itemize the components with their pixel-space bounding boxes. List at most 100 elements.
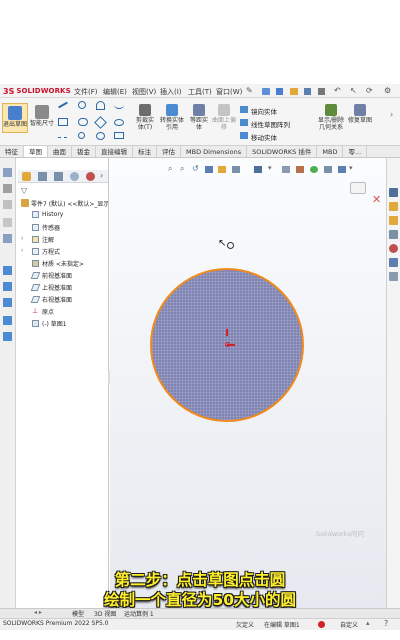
menu-tools[interactable]: 工具(T) bbox=[188, 87, 212, 97]
open-folder-icon[interactable] bbox=[290, 88, 298, 95]
tab-surfaces[interactable]: 曲面 bbox=[48, 146, 72, 157]
offset-entities-button[interactable]: 等距实体 bbox=[188, 104, 210, 131]
tab-sheet-metal[interactable]: 钣金 bbox=[72, 146, 96, 157]
centerline-tool-icon[interactable] bbox=[58, 134, 67, 138]
strip-view-icon[interactable] bbox=[3, 316, 12, 325]
point-tool-icon[interactable] bbox=[78, 132, 85, 139]
zoom-area-icon[interactable]: ⌕ bbox=[180, 164, 184, 174]
strip-feature-icon[interactable] bbox=[3, 282, 12, 291]
pin-icon[interactable]: ✎ bbox=[246, 86, 253, 95]
tree-item-sketch1[interactable]: (-) 草图1 bbox=[32, 319, 67, 328]
tree-item-annotations[interactable]: 注解 bbox=[32, 235, 54, 244]
strip-layer-icon[interactable] bbox=[3, 218, 12, 227]
tab-motion-study[interactable]: 运动算例 1 bbox=[124, 609, 154, 618]
tree-item-top-plane[interactable]: 上视基准面 bbox=[30, 283, 72, 292]
display-relations-button[interactable]: 显示/删除几何关系 bbox=[316, 104, 346, 131]
strip-relations-icon[interactable] bbox=[3, 332, 12, 341]
tree-item-front-plane[interactable]: 前视基准面 bbox=[30, 271, 72, 280]
menu-edit[interactable]: 编辑(E) bbox=[103, 87, 127, 97]
spline-tool-icon[interactable] bbox=[114, 101, 124, 109]
new-document-icon[interactable] bbox=[276, 88, 283, 95]
monitor-icon[interactable] bbox=[338, 166, 346, 173]
property-manager-tab-icon[interactable] bbox=[38, 172, 47, 181]
tab-mbd[interactable]: MBD bbox=[317, 146, 344, 157]
hide-show-icon[interactable] bbox=[282, 166, 290, 173]
rebuild-icon[interactable]: ⟳ bbox=[366, 86, 373, 95]
fillet-tool-icon[interactable] bbox=[96, 132, 105, 140]
menu-file[interactable]: 文件(F) bbox=[74, 87, 98, 97]
tab-more[interactable]: 零... bbox=[343, 146, 368, 157]
forum-icon[interactable] bbox=[389, 272, 398, 281]
ribbon-expand-chevron-icon[interactable]: › bbox=[390, 110, 393, 119]
expand-annotations-icon[interactable]: › bbox=[21, 235, 23, 242]
part-root[interactable]: 零件7 (默认) <<默认>_显示 bbox=[31, 199, 108, 208]
help-icon[interactable]: ? bbox=[384, 619, 388, 628]
dynamic-annotation-icon[interactable] bbox=[218, 166, 226, 173]
design-library-icon[interactable] bbox=[389, 202, 398, 211]
fm-expand-icon[interactable]: › bbox=[100, 171, 103, 180]
solidworks-resources-icon[interactable] bbox=[389, 188, 398, 197]
tree-item-right-plane[interactable]: 右视基准面 bbox=[30, 295, 72, 304]
move-entities-button[interactable]: 移动实体 bbox=[251, 132, 277, 142]
previous-view-icon[interactable]: ↺ bbox=[192, 164, 199, 173]
strip-display-icon[interactable] bbox=[3, 298, 12, 307]
print-icon[interactable] bbox=[318, 88, 325, 95]
tab-evaluate[interactable]: 评估 bbox=[157, 146, 181, 157]
monitor-dropdown-icon[interactable]: ▾ bbox=[349, 164, 353, 172]
close-sketch-icon[interactable]: ✕ bbox=[372, 193, 381, 206]
offset-on-surface-button[interactable]: 曲面上偏移 bbox=[212, 104, 236, 131]
smart-dimension-button[interactable]: 智能尺寸 bbox=[30, 103, 54, 133]
view-palette-icon[interactable] bbox=[389, 230, 398, 239]
rectangle-tool-icon[interactable] bbox=[58, 118, 68, 126]
appearances-icon[interactable] bbox=[389, 244, 398, 253]
confirmation-corner-sketch[interactable] bbox=[350, 182, 366, 194]
arc-tool-icon[interactable] bbox=[96, 101, 105, 110]
trim-entities-button[interactable]: 剪裁实体(T) bbox=[134, 104, 156, 131]
circle-tool-icon[interactable] bbox=[78, 101, 86, 109]
tab-scroll-icon[interactable]: ◂ ▸ bbox=[34, 609, 42, 616]
tab-sketch[interactable]: 草图 bbox=[24, 146, 48, 157]
strip-sketch-icon[interactable] bbox=[3, 266, 12, 275]
apply-scene-icon[interactable] bbox=[310, 166, 318, 173]
menu-view[interactable]: 视图(V) bbox=[132, 87, 156, 97]
tree-item-material[interactable]: 材质 <未指定> bbox=[32, 259, 84, 268]
filter-icon[interactable]: ▽ bbox=[21, 186, 27, 195]
repair-sketch-button[interactable]: 修复草图 bbox=[348, 104, 372, 124]
tree-item-sensors[interactable]: 传感器 bbox=[32, 223, 60, 232]
view-orientation-icon[interactable] bbox=[232, 166, 240, 173]
plane-tool-icon[interactable] bbox=[114, 132, 124, 139]
tab-3d-view[interactable]: 3D 视图 bbox=[94, 609, 116, 618]
select-arrow-icon[interactable]: ↖ bbox=[350, 86, 357, 95]
tree-item-equations[interactable]: 方程式 bbox=[32, 247, 60, 256]
file-explorer-icon[interactable] bbox=[389, 216, 398, 225]
zoom-to-fit-icon[interactable]: ⌕ bbox=[168, 164, 172, 174]
ellipse-tool-icon[interactable] bbox=[114, 119, 124, 126]
display-style-dropdown-icon[interactable]: ▾ bbox=[268, 164, 272, 172]
strip-config-icon[interactable] bbox=[3, 234, 12, 243]
tab-direct-editing[interactable]: 直接编辑 bbox=[96, 146, 133, 157]
options-gear-icon[interactable]: ⚙ bbox=[384, 86, 391, 95]
mirror-entities-button[interactable]: 镜向实体 bbox=[251, 106, 277, 116]
save-icon[interactable] bbox=[304, 88, 311, 95]
exit-sketch-button[interactable]: 退出草图 bbox=[2, 103, 28, 133]
view-settings-icon[interactable] bbox=[324, 166, 332, 173]
tab-features[interactable]: 特征 bbox=[0, 146, 24, 157]
edit-appearance-icon[interactable] bbox=[296, 166, 304, 173]
undo-icon[interactable]: ↶ bbox=[334, 86, 341, 95]
slot-tool-icon[interactable] bbox=[78, 118, 88, 126]
section-view-icon[interactable] bbox=[205, 166, 213, 173]
rebuild-status-icon[interactable] bbox=[318, 621, 325, 628]
status-units[interactable]: 自定义 bbox=[340, 620, 358, 629]
menu-window[interactable]: 窗口(W) bbox=[216, 87, 242, 97]
convert-entities-button[interactable]: 转换实体引用 bbox=[160, 104, 184, 131]
feature-manager-tab-icon[interactable] bbox=[22, 172, 31, 181]
tree-item-history[interactable]: History bbox=[32, 211, 63, 218]
strip-delete-icon[interactable] bbox=[3, 200, 12, 209]
tab-mbd-dimensions[interactable]: MBD Dimensions bbox=[181, 146, 248, 157]
strip-paste-icon[interactable] bbox=[3, 184, 12, 193]
expand-equations-icon[interactable]: › bbox=[21, 247, 23, 254]
tab-model[interactable]: 模型 bbox=[72, 609, 84, 618]
display-manager-tab-icon[interactable] bbox=[86, 172, 95, 181]
strip-copy-icon[interactable] bbox=[3, 168, 12, 177]
dimxpert-tab-icon[interactable] bbox=[70, 172, 79, 181]
